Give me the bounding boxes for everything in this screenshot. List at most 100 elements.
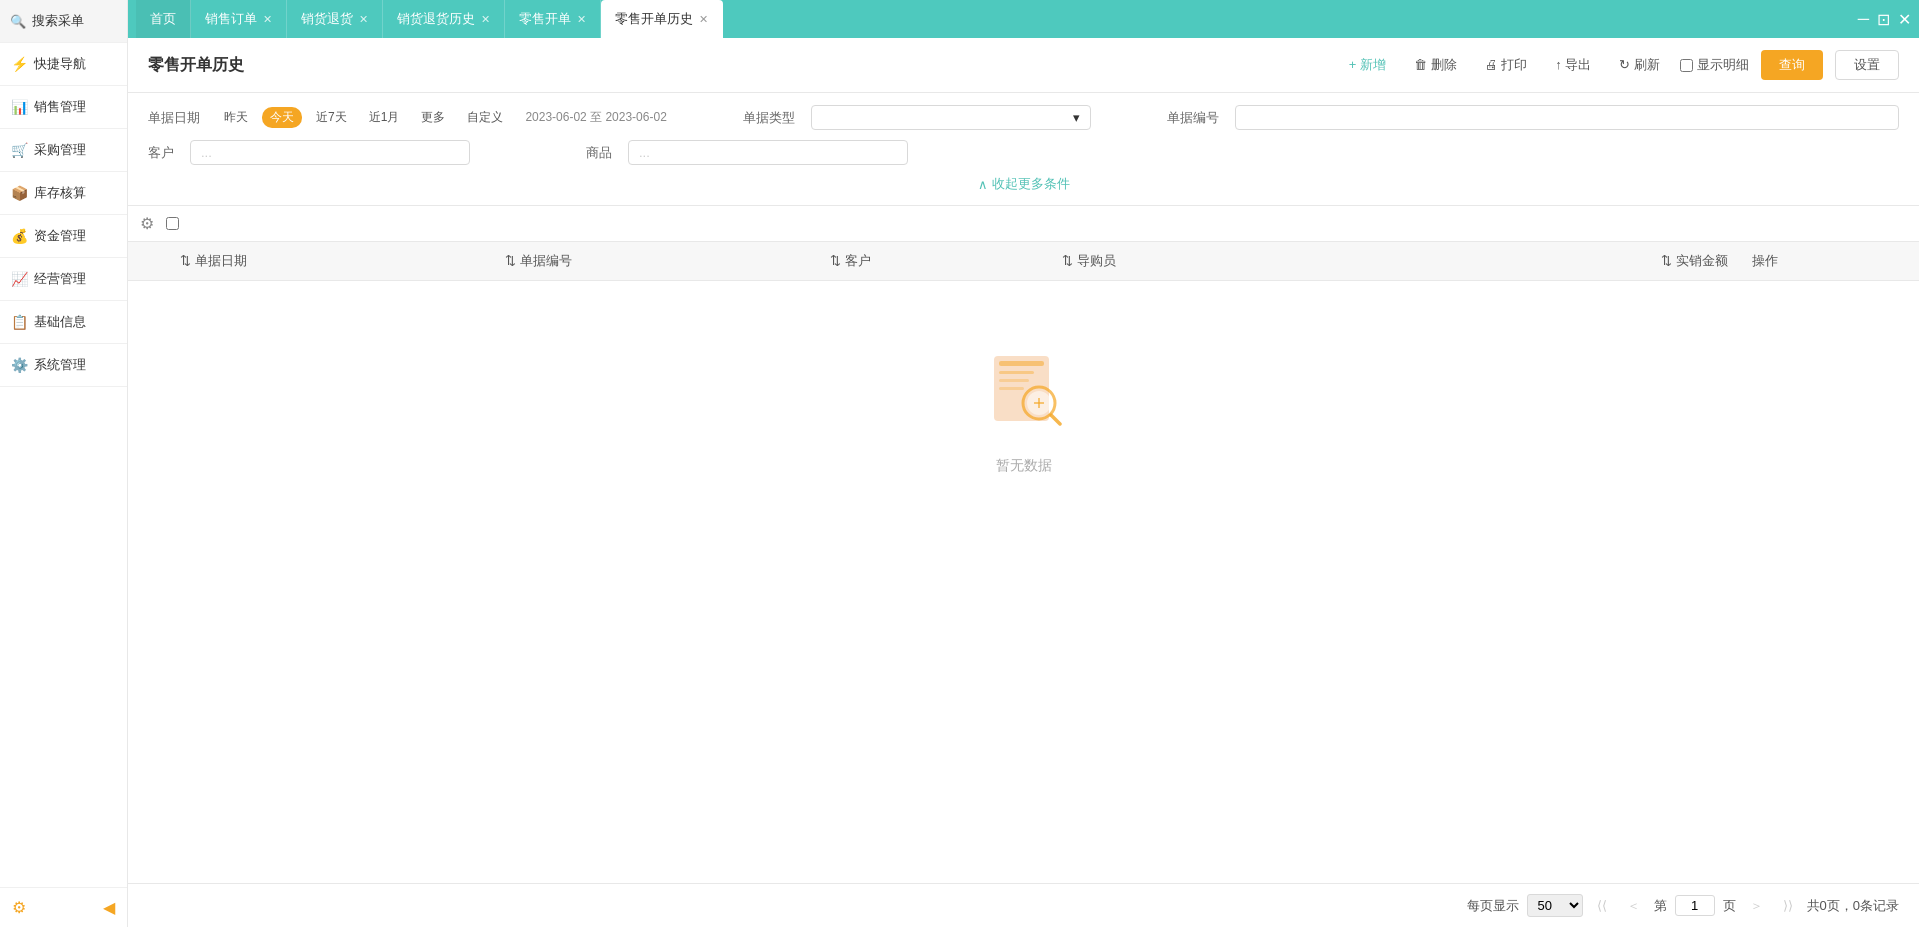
tab-close-retail-open[interactable]: ✕ [577,13,586,26]
goods-select[interactable]: ... [628,140,908,165]
date-btn-more[interactable]: 更多 [413,107,453,128]
order-num-label: 单据编号 [1167,109,1219,127]
col-amount[interactable]: ⇅ 实销金额 [1415,242,1740,281]
col-date[interactable]: ⇅ 单据日期 [168,242,493,281]
tab-sales-order-label: 销售订单 [205,10,257,28]
current-page-input[interactable] [1675,895,1715,916]
filter-area: 单据日期 昨天 今天 近7天 近1月 更多 自定义 2023-06-02 至 2… [128,93,1919,206]
empty-text: 暂无数据 [996,457,1052,475]
search-label: 搜索采单 [32,12,84,30]
tab-close-sales-return[interactable]: ✕ [359,13,368,26]
date-btn-7days[interactable]: 近7天 [308,107,355,128]
tab-sales-return-history[interactable]: 销货退货历史 ✕ [383,0,505,38]
date-btn-today[interactable]: 今天 [262,107,302,128]
tab-retail-open[interactable]: 零售开单 ✕ [505,0,601,38]
next-page-btn[interactable]: ＞ [1744,895,1769,917]
filter-row-1: 单据日期 昨天 今天 近7天 近1月 更多 自定义 2023-06-02 至 2… [148,105,1899,130]
per-page-label: 每页显示 [1467,897,1519,915]
sidebar-item-operations[interactable]: 📈 经营管理 [0,258,127,301]
refresh-button[interactable]: ↻ 刷新 [1611,52,1668,78]
system-icon: ⚙️ [10,356,28,374]
sidebar-item-label: 资金管理 [34,227,86,245]
col-checkbox [128,242,168,281]
main-content: 首页 销售订单 ✕ 销货退货 ✕ 销货退货历史 ✕ 零售开单 ✕ 零售开单历史 … [128,0,1919,927]
data-table: ⇅ 单据日期 ⇅ 单据编号 ⇅ 客户 ⇅ 导购员 [128,242,1919,281]
collapse-row: ∧ 收起更多条件 [148,175,1899,193]
last-page-btn[interactable]: ⟩⟩ [1777,896,1799,915]
query-button[interactable]: 查询 [1761,50,1823,80]
display-detail-checkbox[interactable]: 显示明细 [1680,56,1749,74]
purchase-icon: 🛒 [10,141,28,159]
col-guide[interactable]: ⇅ 导购员 [1050,242,1328,281]
date-btn-custom[interactable]: 自定义 [459,107,511,128]
page-actions: + 新增 🗑 删除 🖨 打印 ↑ 导出 ↻ 刷新 显示明细 查询 设置 [1341,50,1899,80]
tab-retail-open-history[interactable]: 零售开单历史 ✕ [601,0,723,38]
page-title: 零售开单历史 [148,55,244,76]
collapse-sidebar-icon[interactable]: ◀ [103,898,115,917]
collapse-icon: ∧ [978,177,988,192]
settings-icon[interactable]: ⚙ [12,898,26,917]
print-button[interactable]: 🖨 打印 [1477,52,1536,78]
customer-select[interactable]: ... [190,140,470,165]
first-page-btn[interactable]: ⟨⟨ [1591,896,1613,915]
col-date-label: ⇅ 单据日期 [180,253,247,268]
sidebar-item-label: 库存核算 [34,184,86,202]
table-wrap: ⇅ 单据日期 ⇅ 单据编号 ⇅ 客户 ⇅ 导购员 [128,242,1919,883]
per-page-select[interactable]: 10 20 50 100 [1527,894,1583,917]
table-settings-icon[interactable]: ⚙ [140,214,154,233]
prev-page-btn[interactable]: ＜ [1621,895,1646,917]
tab-close-sales-return-history[interactable]: ✕ [481,13,490,26]
sidebar-bottom: ⚙ ◀ [0,887,127,927]
sidebar-item-finance[interactable]: 💰 资金管理 [0,215,127,258]
display-detail-input[interactable] [1680,59,1693,72]
export-button[interactable]: ↑ 导出 [1547,52,1599,78]
date-buttons: 昨天 今天 近7天 近1月 更多 自定义 2023-06-02 至 2023-0… [216,107,667,128]
tab-sales-return[interactable]: 销货退货 ✕ [287,0,383,38]
operations-icon: 📈 [10,270,28,288]
date-btn-1month[interactable]: 近1月 [361,107,408,128]
order-num-input[interactable] [1235,105,1899,130]
filter-row-2: 客户 ... 商品 ... [148,140,1899,165]
pagination: 每页显示 10 20 50 100 ⟨⟨ ＜ 第 页 ＞ ⟩⟩ 共0页，0条记录 [128,883,1919,927]
svg-rect-2 [999,371,1034,374]
collapse-label: 收起更多条件 [992,175,1070,193]
sidebar-item-label: 快捷导航 [34,55,86,73]
tab-sales-order[interactable]: 销售订单 ✕ [191,0,287,38]
select-all-checkbox[interactable] [166,217,179,230]
add-button[interactable]: + 新增 [1341,52,1394,78]
content-area: 零售开单历史 + 新增 🗑 删除 🖨 打印 ↑ 导出 ↻ 刷新 显示明细 查询 … [128,38,1919,927]
tab-home[interactable]: 首页 [136,0,191,38]
sidebar-item-sales-mgmt[interactable]: 📊 销售管理 [0,86,127,129]
type-dropdown-icon: ▾ [1073,110,1080,125]
goods-ellipsis: ... [639,145,650,160]
display-detail-label: 显示明细 [1697,56,1749,74]
col-amount-label: ⇅ 实销金额 [1661,253,1728,268]
set-button[interactable]: 设置 [1835,50,1899,80]
search-menu-item[interactable]: 🔍 搜索采单 [0,0,127,43]
tab-retail-open-label: 零售开单 [519,10,571,28]
empty-state: 暂无数据 [128,281,1919,535]
col-order-num[interactable]: ⇅ 单据编号 [493,242,818,281]
col-order-num-label: ⇅ 单据编号 [505,253,572,268]
quick-nav-icon: ⚡ [10,55,28,73]
sidebar-item-inventory[interactable]: 📦 库存核算 [0,172,127,215]
sidebar-item-basic-info[interactable]: 📋 基础信息 [0,301,127,344]
table-head: ⇅ 单据日期 ⇅ 单据编号 ⇅ 客户 ⇅ 导购员 [128,242,1919,281]
date-btn-yesterday[interactable]: 昨天 [216,107,256,128]
sidebar-item-quick-nav[interactable]: ⚡ 快捷导航 [0,43,127,86]
restore-btn[interactable]: ⊡ [1877,10,1890,29]
sales-icon: 📊 [10,98,28,116]
minimize-btn[interactable]: ─ [1858,10,1869,28]
customer-ellipsis: ... [201,145,212,160]
date-range: 2023-06-02 至 2023-06-02 [525,109,666,126]
sidebar-item-system-mgmt[interactable]: ⚙️ 系统管理 [0,344,127,387]
sidebar-item-purchase-mgmt[interactable]: 🛒 采购管理 [0,129,127,172]
delete-button[interactable]: 🗑 删除 [1406,52,1465,78]
collapse-btn[interactable]: ∧ 收起更多条件 [978,175,1070,193]
tab-close-retail-open-history[interactable]: ✕ [699,13,708,26]
customer-label: 客户 [148,144,174,162]
type-select[interactable]: ▾ [811,105,1091,130]
close-btn[interactable]: ✕ [1898,10,1911,29]
col-customer[interactable]: ⇅ 客户 [818,242,1050,281]
tab-close-sales-order[interactable]: ✕ [263,13,272,26]
